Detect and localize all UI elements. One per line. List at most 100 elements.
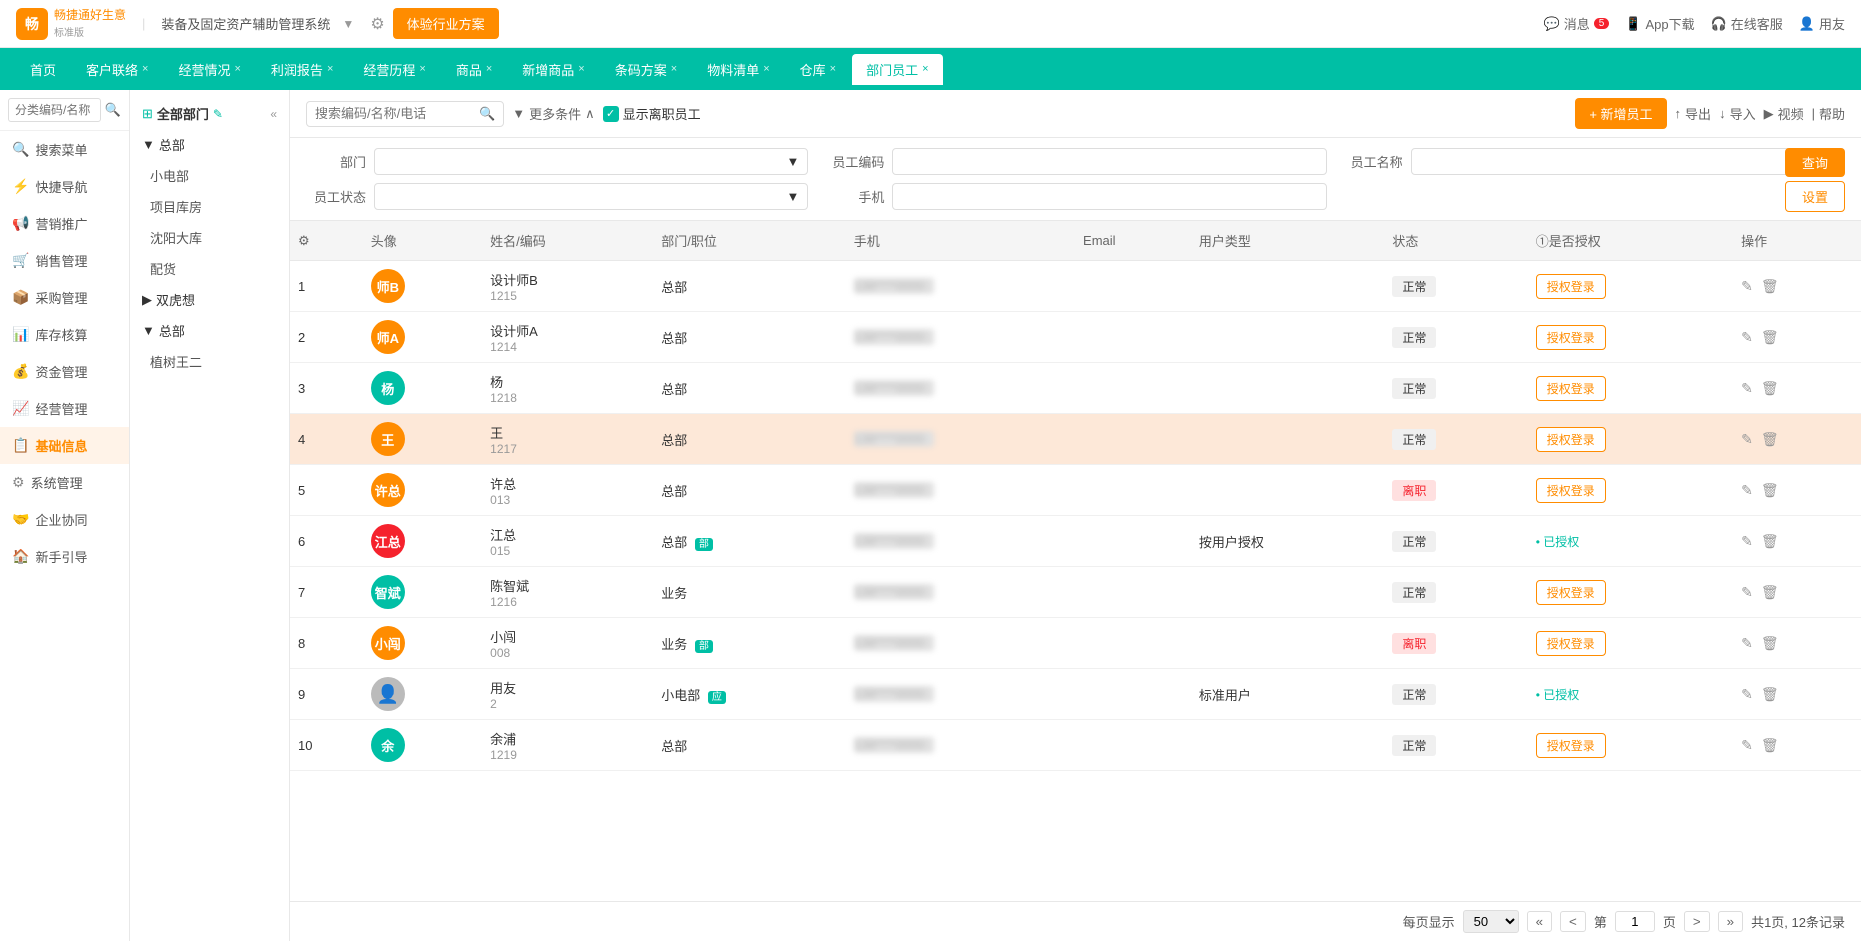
edit-button[interactable]: ✎ [1741,431,1753,448]
close-tab-icon[interactable]: × [763,63,769,75]
auth-login-button[interactable]: 授权登录 [1536,580,1606,605]
delete-button[interactable]: 🗑 [1761,737,1779,754]
message-btn[interactable]: 💬 消息 5 [1544,14,1610,33]
sidebar-item-系统管理[interactable]: ⚙系统管理 [0,464,129,501]
sidebar-item-基础信息[interactable]: 📋基础信息 [0,427,129,464]
auth-login-button[interactable]: 授权登录 [1536,274,1606,299]
show-resigned-wrap[interactable]: ✓ 显示离职员工 [603,104,701,123]
dept-select[interactable]: ▼ [374,148,808,175]
dropdown-icon[interactable]: ▼ [342,17,354,31]
auth-login-button[interactable]: 授权登录 [1536,376,1606,401]
next-page-btn[interactable]: > [1684,911,1710,932]
th-setting[interactable]: ⚙ [290,221,363,261]
search-input[interactable] [315,106,475,121]
query-button[interactable]: 查询 [1785,148,1845,177]
sidebar-item-采购管理[interactable]: 📦采购管理 [0,279,129,316]
dept-group-总部[interactable]: ▼总部 [130,315,289,346]
dept-item-沈阳大库[interactable]: 沈阳大库 [130,222,289,253]
sidebar-item-新手引导[interactable]: 🏠新手引导 [0,538,129,575]
delete-button[interactable]: 🗑 [1761,380,1779,397]
delete-button[interactable]: 🗑 [1761,584,1779,601]
edit-button[interactable]: ✎ [1741,686,1753,703]
auth-login-button[interactable]: 授权登录 [1536,733,1606,758]
close-tab-icon[interactable]: × [234,63,240,75]
nav-tab-商品[interactable]: 商品× [442,54,506,85]
all-dept-header[interactable]: ⊞ 全部部门 ✎ « [130,98,289,129]
auth-login-button[interactable]: 授权登录 [1536,478,1606,503]
edit-button[interactable]: ✎ [1741,380,1753,397]
emp-status-select[interactable]: ▼ [374,183,808,210]
emp-name-input[interactable] [1411,148,1845,175]
sidebar-item-销售管理[interactable]: 🛒销售管理 [0,242,129,279]
dept-item-配货[interactable]: 配货 [130,253,289,284]
emp-code-input[interactable] [892,148,1326,175]
online-service-btn[interactable]: 🎧 在线客服 [1711,14,1783,33]
edit-button[interactable]: ✎ [1741,533,1753,550]
close-tab-icon[interactable]: × [327,63,333,75]
sidebar-item-库存核算[interactable]: 📊库存核算 [0,316,129,353]
sidebar-item-营销推广[interactable]: 📢营销推广 [0,205,129,242]
edit-button[interactable]: ✎ [1741,635,1753,652]
help-btn[interactable]: | 帮助 [1812,104,1845,123]
close-tab-icon[interactable]: × [922,63,928,75]
auth-login-button[interactable]: 授权登录 [1536,427,1606,452]
app-download-btn[interactable]: 📱 App下载 [1625,14,1694,33]
dept-group-总部[interactable]: ▼总部 [130,129,289,160]
edit-button[interactable]: ✎ [1741,278,1753,295]
delete-button[interactable]: 🗑 [1761,533,1779,550]
edit-button[interactable]: ✎ [1741,584,1753,601]
delete-button[interactable]: 🗑 [1761,329,1779,346]
auth-login-button[interactable]: 授权登录 [1536,325,1606,350]
show-resigned-checkbox[interactable]: ✓ [603,106,619,122]
delete-button[interactable]: 🗑 [1761,482,1779,499]
first-page-btn[interactable]: « [1527,911,1552,932]
last-page-btn[interactable]: » [1718,911,1743,932]
nav-tab-客户联络[interactable]: 客户联络× [72,54,162,85]
page-size-select[interactable]: 50 100 [1463,910,1519,933]
trial-button[interactable]: 体验行业方案 [393,8,499,39]
nav-tab-经营情况[interactable]: 经营情况× [164,54,254,85]
more-conditions-btn[interactable]: ▼ 更多条件 ∧ [512,104,594,123]
auth-login-button[interactable]: 授权登录 [1536,631,1606,656]
nav-tab-首页[interactable]: 首页 [16,54,70,85]
import-btn[interactable]: ↓ 导入 [1719,104,1756,123]
sidebar-item-经营管理[interactable]: 📈经营管理 [0,390,129,427]
edit-button[interactable]: ✎ [1741,329,1753,346]
dept-item-小电部[interactable]: 小电部 [130,160,289,191]
search-btn-icon[interactable]: 🔍 [479,106,495,122]
nav-tab-利润报告[interactable]: 利润报告× [257,54,347,85]
edit-button[interactable]: ✎ [1741,482,1753,499]
gear-icon[interactable]: ⚙ [370,14,384,34]
nav-tab-部门员工[interactable]: 部门员工× [852,54,942,85]
close-tab-icon[interactable]: × [142,63,148,75]
dept-item-项目库房[interactable]: 项目库房 [130,191,289,222]
delete-button[interactable]: 🗑 [1761,635,1779,652]
phone-input[interactable] [892,183,1326,210]
close-tab-icon[interactable]: × [578,63,584,75]
sidebar-search-input[interactable] [8,98,101,122]
sidebar-item-快捷导航[interactable]: ⚡快捷导航 [0,168,129,205]
delete-button[interactable]: 🗑 [1761,278,1779,295]
close-tab-icon[interactable]: × [830,63,836,75]
user-btn[interactable]: 👤 用友 [1799,14,1845,33]
nav-tab-经营历程[interactable]: 经营历程× [349,54,439,85]
reset-button[interactable]: 设置 [1785,181,1845,212]
nav-tab-新增商品[interactable]: 新增商品× [508,54,598,85]
dept-group-双虎想[interactable]: ▶双虎想 [130,284,289,315]
edit-dept-icon[interactable]: ✎ [213,107,223,121]
close-tab-icon[interactable]: × [419,63,425,75]
nav-tab-仓库[interactable]: 仓库× [786,54,850,85]
sidebar-search-icon[interactable]: 🔍 [105,102,121,118]
add-employee-button[interactable]: + 新增员工 [1575,98,1666,129]
edit-button[interactable]: ✎ [1741,737,1753,754]
collapse-dept-icon[interactable]: « [270,107,277,121]
sidebar-item-企业协同[interactable]: 🤝企业协同 [0,501,129,538]
export-btn[interactable]: ↑ 导出 [1675,104,1712,123]
close-tab-icon[interactable]: × [486,63,492,75]
current-page-input[interactable] [1615,911,1655,932]
nav-tab-条码方案[interactable]: 条码方案× [601,54,691,85]
close-tab-icon[interactable]: × [671,63,677,75]
delete-button[interactable]: 🗑 [1761,686,1779,703]
dept-item-植树王二[interactable]: 植树王二 [130,346,289,377]
nav-tab-物料清单[interactable]: 物料清单× [693,54,783,85]
